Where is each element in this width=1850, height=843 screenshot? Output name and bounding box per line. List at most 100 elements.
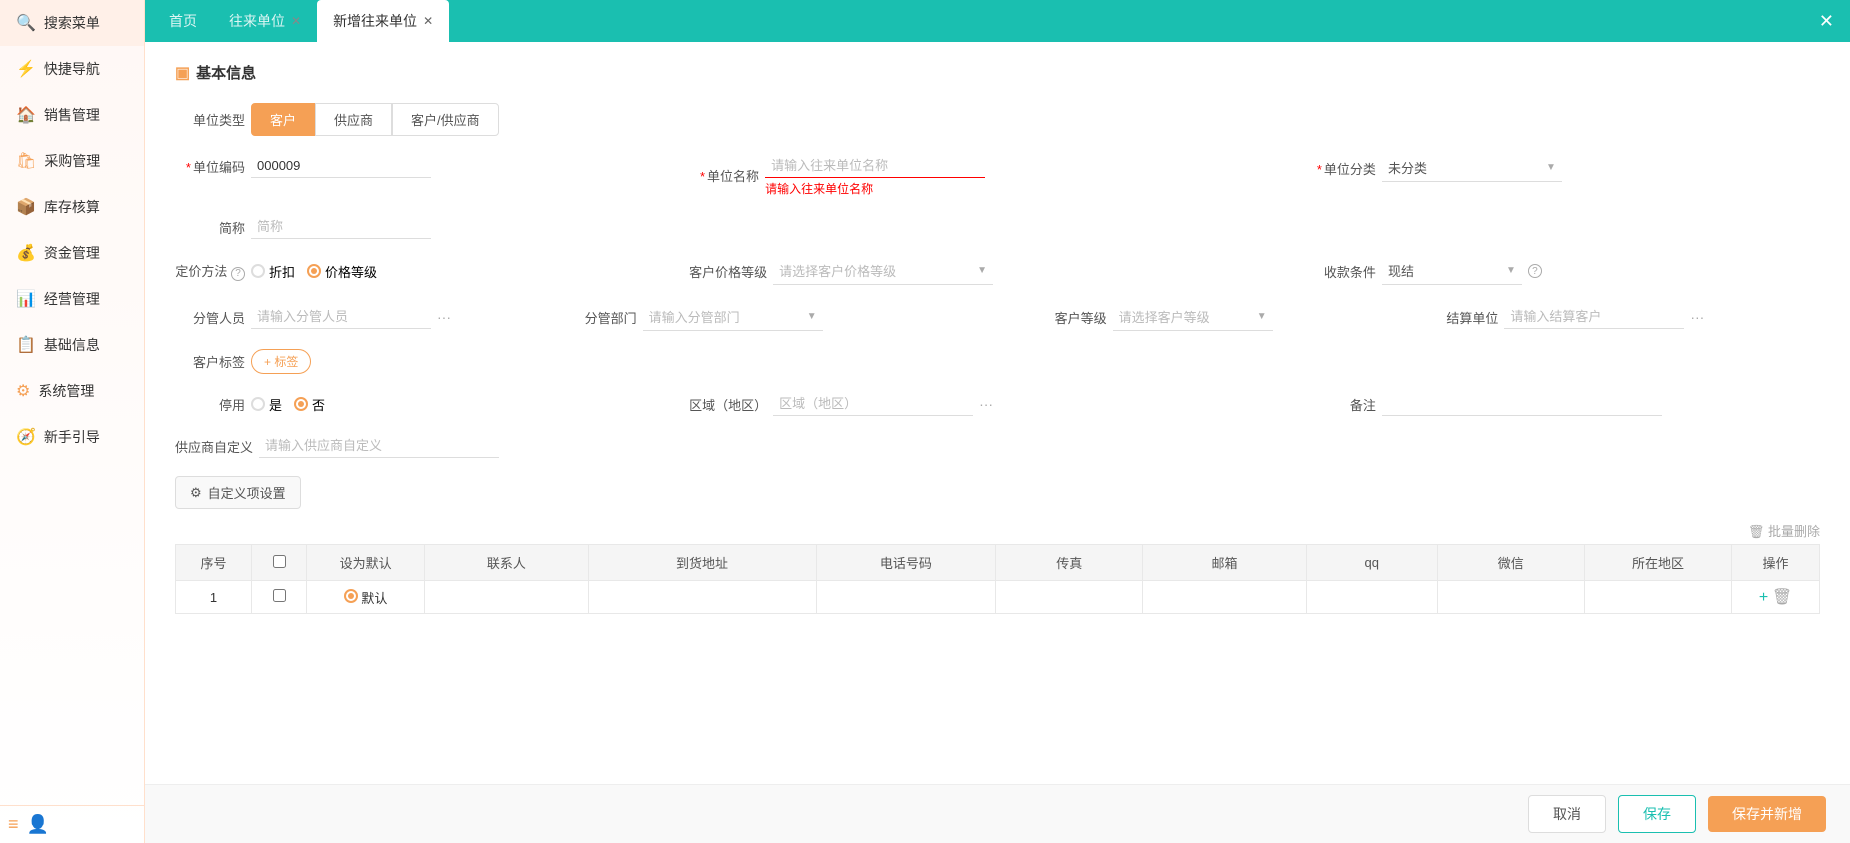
disabled-radio-label-1: 否: [312, 395, 325, 414]
customer-price-label: 客户价格等级: [689, 262, 767, 281]
supplier-custom-input[interactable]: [259, 434, 499, 458]
settlement-more-icon[interactable]: ···: [1690, 309, 1704, 325]
pricing-radio-1[interactable]: 价格等级: [307, 262, 377, 281]
email-input[interactable]: [1185, 590, 1265, 605]
del-row-icon[interactable]: 🗑: [1772, 589, 1792, 606]
payment-help-icon[interactable]: ?: [1528, 264, 1542, 278]
sidebar-label-quicknav: 快捷导航: [44, 59, 100, 79]
unit-type-btn-0[interactable]: 客户: [251, 103, 315, 136]
tab-home[interactable]: 首页: [153, 0, 213, 42]
settlement-unit-input[interactable]: [1504, 305, 1684, 329]
disabled-label: 停用: [175, 395, 245, 414]
sidebar-expand-btn[interactable]: ≡: [8, 814, 19, 835]
region-input[interactable]: [773, 392, 973, 416]
row-contact[interactable]: [425, 581, 588, 614]
payment-terms-select[interactable]: 现结 ▼: [1382, 257, 1522, 285]
contact-input[interactable]: [466, 590, 546, 605]
short-name-input[interactable]: [251, 215, 431, 239]
row-actions: + 🗑: [1732, 581, 1820, 614]
shortname-row: 简称: [175, 215, 1820, 239]
row-fax[interactable]: [996, 581, 1143, 614]
fax-input[interactable]: [1034, 590, 1104, 605]
sidebar-icon-inventory: 📦: [16, 197, 36, 217]
tab-close-new-partner[interactable]: ✕: [423, 14, 433, 28]
supplier-custom-field: 供应商自定义: [175, 434, 1820, 458]
supplier-custom-row: 供应商自定义: [175, 434, 1820, 458]
sidebar-user-btn[interactable]: 👤: [27, 814, 49, 835]
batch-delete-btn[interactable]: 🗑 批量删除: [175, 521, 1820, 540]
remark-input[interactable]: [1382, 392, 1662, 416]
address-input[interactable]: [642, 590, 762, 605]
cancel-button[interactable]: 取消: [1528, 795, 1606, 833]
tab-close-partners[interactable]: ✕: [291, 14, 301, 28]
sidebar-item-quicknav[interactable]: ⚡ 快捷导航: [0, 46, 144, 92]
disabled-radio-1[interactable]: 否: [294, 395, 325, 414]
row-address[interactable]: [588, 581, 816, 614]
row-wechat[interactable]: [1437, 581, 1584, 614]
qq-input[interactable]: [1342, 590, 1402, 605]
unit-category-value: 未分类: [1388, 158, 1427, 177]
sidebar-item-finance[interactable]: 💰资金管理: [0, 230, 144, 276]
pricing-radio-0[interactable]: 折扣: [251, 262, 295, 281]
custom-settings-button[interactable]: ⚙ 自定义项设置: [175, 476, 301, 509]
sidebar-icon-system: ⚙: [16, 381, 30, 401]
add-tag-button[interactable]: + 标签: [251, 349, 311, 374]
unit-name-wrap: 请输入往来单位名称: [765, 154, 985, 197]
sidebar-item-management[interactable]: 📊经营管理: [0, 276, 144, 322]
region-more-icon[interactable]: ···: [979, 396, 993, 412]
row-checkbox[interactable]: [273, 589, 286, 602]
unit-name-input[interactable]: [765, 154, 985, 178]
unit-code-input[interactable]: [251, 154, 431, 178]
row-checkbox-cell[interactable]: [252, 581, 307, 614]
phone-input[interactable]: [861, 590, 951, 605]
save-and-add-button[interactable]: 保存并新增: [1708, 796, 1826, 832]
row-default-radio[interactable]: [344, 589, 358, 603]
section-title: ▣ 基本信息: [175, 62, 1820, 83]
department-select[interactable]: 请输入分管部门 ▼: [643, 303, 823, 331]
region-input[interactable]: [1623, 590, 1693, 605]
remark-label: 备注: [1306, 395, 1376, 414]
sidebar-icon-purchase: 🛍: [16, 151, 36, 171]
required-star2: *: [700, 169, 705, 184]
custom-settings-label: 自定义项设置: [208, 483, 286, 502]
sidebar-item-inventory[interactable]: 📦库存核算: [0, 184, 144, 230]
short-name-field: 简称: [175, 215, 1820, 239]
supplier-custom-label: 供应商自定义: [175, 437, 253, 456]
pricing-help-icon[interactable]: ?: [231, 267, 245, 281]
unit-type-btn-1[interactable]: 供应商: [315, 103, 392, 136]
sidebar-item-purchase[interactable]: 🛍采购管理: [0, 138, 144, 184]
row-qq[interactable]: [1306, 581, 1437, 614]
disabled-radio-0[interactable]: 是: [251, 395, 282, 414]
sidebar-item-sales[interactable]: 🏠销售管理: [0, 92, 144, 138]
row-phone[interactable]: [816, 581, 996, 614]
table-header-cell: 到货地址: [588, 545, 816, 581]
table-header-cell: 序号: [176, 545, 252, 581]
manager-input[interactable]: [251, 305, 431, 329]
window-close-icon[interactable]: ✕: [1811, 11, 1842, 32]
sidebar-item-basic[interactable]: 📋基础信息: [0, 322, 144, 368]
row-region[interactable]: [1584, 581, 1731, 614]
row-email[interactable]: [1143, 581, 1306, 614]
sidebar-icon-quicknav: ⚡: [16, 59, 36, 79]
manager-more-icon[interactable]: ···: [437, 309, 451, 325]
sidebar-item-guide[interactable]: 🧭新手引导: [0, 414, 144, 460]
customer-tag-row: 客户标签 + 标签: [175, 349, 1820, 374]
tab-new-partner[interactable]: 新增往来单位 ✕: [317, 0, 449, 42]
unit-type-btn-2[interactable]: 客户/供应商: [392, 103, 499, 136]
tab-label-new-partner: 新增往来单位: [333, 11, 417, 31]
payment-terms-field: 收款条件 现结 ▼ ?: [1306, 257, 1820, 285]
unit-code-field: *单位编码: [175, 154, 689, 178]
add-row-icon[interactable]: +: [1759, 589, 1768, 606]
content-area: ▣ 基本信息 单位类型 客户供应商客户/供应商 *单位编码 *单位名称: [145, 42, 1850, 784]
wechat-input[interactable]: [1476, 590, 1546, 605]
unit-category-select[interactable]: 未分类 ▼: [1382, 154, 1562, 182]
sidebar-item-system[interactable]: ⚙系统管理: [0, 368, 144, 414]
tab-partners[interactable]: 往来单位✕: [213, 0, 317, 42]
customer-level-label: 客户等级: [1037, 308, 1107, 327]
customer-price-select[interactable]: 请选择客户价格等级 ▼: [773, 257, 993, 285]
sidebar-item-search[interactable]: 🔍搜索菜单: [0, 0, 144, 46]
save-button[interactable]: 保存: [1618, 795, 1696, 833]
table-header-checkbox[interactable]: [273, 555, 286, 568]
customer-level-select[interactable]: 请选择客户等级 ▼: [1113, 303, 1273, 331]
disabled-radio-label-0: 是: [269, 395, 282, 414]
